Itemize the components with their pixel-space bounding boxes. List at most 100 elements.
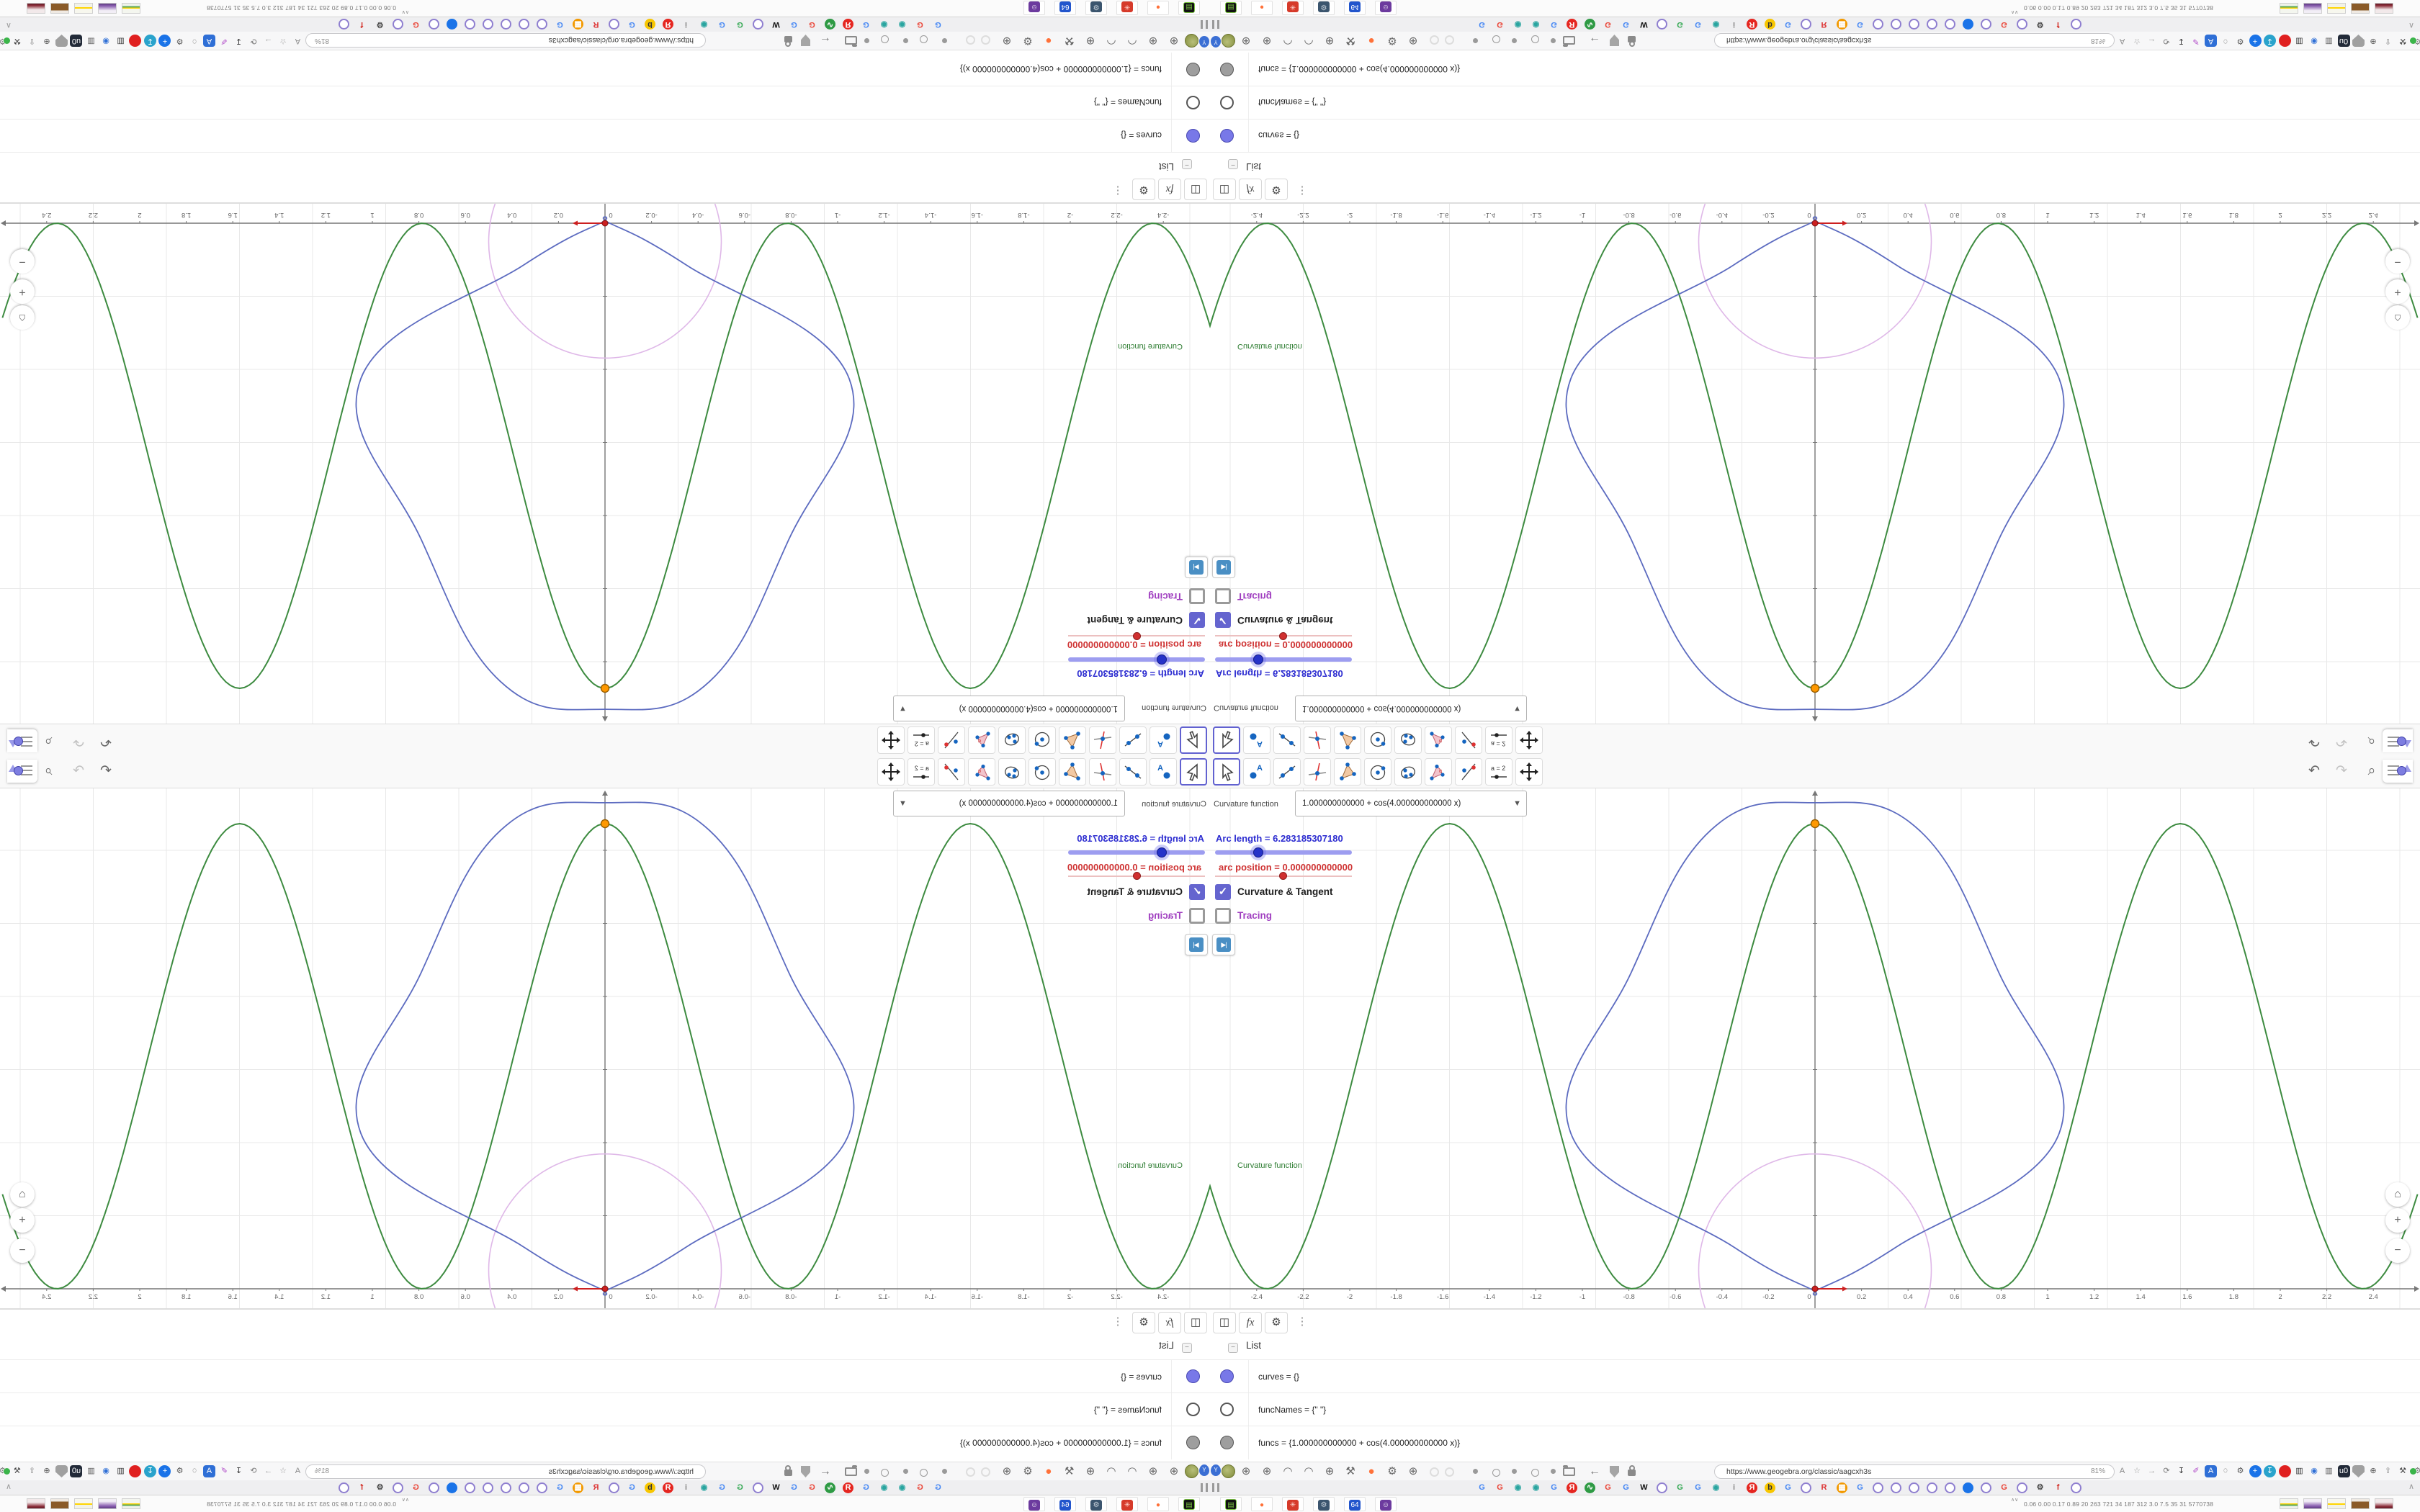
translate-blue-icon[interactable]: A (203, 35, 215, 47)
gauge-icon[interactable]: ◠ (1300, 31, 1317, 50)
pinned-tab-dot[interactable] (881, 35, 889, 43)
function-input-button[interactable]: fx (1158, 179, 1181, 200)
bookmark-favicon[interactable]: G (1549, 1482, 1559, 1493)
taskbar-app-settings-red[interactable]: ✳ (1116, 1497, 1138, 1511)
bookmark-favicon[interactable] (465, 19, 475, 30)
visibility-marble[interactable] (1220, 96, 1234, 109)
arc-position-point[interactable] (601, 1285, 609, 1292)
redo-icon[interactable]: ↷ (2331, 732, 2352, 750)
algebra-row-value[interactable]: funcs = {1.000000000000 + cos(4.00000000… (1258, 1426, 1460, 1459)
bookmark-favicon[interactable] (1945, 19, 1955, 30)
curve-point[interactable] (600, 819, 610, 829)
shield-icon[interactable] (801, 1466, 810, 1477)
tool-point-with-label[interactable]: A (1243, 758, 1270, 786)
translate-blue-icon[interactable]: A (2205, 1465, 2217, 1477)
pinned-tab-dot[interactable] (1551, 38, 1556, 43)
zoom-out-button[interactable]: − (2385, 1238, 2410, 1263)
home-button[interactable]: ⌂ (2385, 1182, 2410, 1207)
chevron-up-icon[interactable]: ∧ (6, 21, 12, 30)
algebra-row-funcs[interactable]: funcs = {1.000000000000 + cos(4.00000000… (0, 53, 1210, 86)
gauge-icon[interactable]: ◠ (1103, 31, 1120, 50)
algebra-row-funcNames[interactable]: funcNames = {" "} (0, 1392, 1210, 1426)
visibility-marble[interactable] (1220, 63, 1234, 76)
tool-line-through-two-points[interactable] (1119, 726, 1147, 754)
taskbar-app-floppy-64[interactable]: 64 (1344, 1497, 1366, 1511)
panel-layout-button[interactable]: ◫ (1213, 179, 1236, 200)
gear-dark-icon[interactable]: ⚙ (174, 1465, 186, 1477)
tool-conic-through-points[interactable] (998, 726, 1026, 754)
function-input-value[interactable]: 1.000000000000 + cos(4.000000000000 x) (959, 791, 1118, 816)
bookmark-favicon[interactable] (2071, 1482, 2081, 1493)
download-icon[interactable]: ↧ (233, 1465, 245, 1477)
curvature-tangent-checkbox[interactable]: ✓ (1215, 884, 1231, 900)
bookmark-favicon[interactable]: G (1476, 19, 1487, 30)
url-text[interactable]: https://www.geogebra.org/classic/aagcxh3… (549, 1465, 694, 1478)
tool-line-through-two-points[interactable] (1119, 758, 1147, 786)
tool-move-graphics-view[interactable] (1515, 758, 1543, 786)
taskbar-app-gitkraken[interactable]: ☺ (1375, 1497, 1397, 1511)
bookmark-favicon[interactable]: ◉ (1512, 19, 1523, 30)
wrench-icon[interactable]: ⚒ (2397, 1465, 2409, 1477)
url-text[interactable]: https://www.geogebra.org/classic/aagcxh3… (1726, 34, 1871, 47)
bookmark-favicon[interactable]: ▦ (573, 1482, 583, 1493)
forward-arrow-icon[interactable]: → (2146, 35, 2158, 47)
download-teal-icon[interactable]: ↧ (144, 1465, 156, 1477)
ublock-icon[interactable]: u0 (70, 1465, 83, 1477)
translate-blue-icon[interactable]: A (2205, 35, 2217, 47)
bookmark-favicon[interactable]: Я (843, 19, 853, 30)
reload-icon[interactable]: ⟳ (2161, 35, 2173, 47)
more-options-button[interactable]: ⋮ (1106, 179, 1129, 200)
more-options-button[interactable]: ⋮ (1106, 1312, 1129, 1333)
graphics-view[interactable]: -2.4 -2.2 -2 -1.8 -1.6 -1.4 -1.2 -1 -0.8 -0.6 -0.4… (1210, 788, 2420, 1309)
tool-point-with-label[interactable]: A (1150, 726, 1177, 754)
collapse-button[interactable]: − (1182, 159, 1192, 169)
bookmark-favicon[interactable]: R (591, 19, 601, 30)
visibility-marble[interactable] (1220, 1403, 1234, 1416)
graphics-stylebar-button[interactable] (7, 760, 37, 783)
ghost-tab-icon[interactable] (1430, 35, 1439, 45)
tool-angle[interactable]: α (1425, 726, 1452, 754)
bookmark-favicon[interactable]: ◉ (897, 19, 908, 30)
bookmark-favicon[interactable]: Я (663, 1482, 673, 1493)
bookmark-favicon[interactable]: b (1765, 19, 1775, 30)
bookmark-favicon[interactable] (609, 19, 619, 30)
download-teal-icon[interactable]: ↧ (2264, 1465, 2276, 1477)
tool-polygon[interactable] (1334, 726, 1361, 754)
function-input-value[interactable]: 1.000000000000 + cos(4.000000000000 x) (959, 696, 1118, 721)
tool-circle-with-center[interactable] (1028, 726, 1056, 754)
forward-arrow-icon[interactable]: → (2146, 1465, 2158, 1477)
balloon-icon[interactable]: Y (1199, 36, 1209, 48)
pinned-tab-dot[interactable] (1512, 1469, 1517, 1474)
download-icon[interactable]: ↧ (2175, 1465, 2187, 1477)
algebra-row-funcNames[interactable]: funcNames = {" "} (0, 86, 1210, 120)
bookmark-favicon[interactable]: G (933, 1482, 944, 1493)
zoom-in-button[interactable]: + (2385, 279, 2410, 304)
bookmark-favicon[interactable]: W (771, 1482, 781, 1493)
bookmark-favicon[interactable]: ⚙ (2035, 19, 2045, 30)
zoom-out-button[interactable]: − (2385, 249, 2410, 274)
curvature-tangent-label[interactable]: Curvature & Tangent (1237, 884, 1333, 900)
bookmark-favicon[interactable] (339, 19, 349, 30)
taskbar-app-firefox[interactable]: ● (1147, 1497, 1169, 1511)
bookmark-favicon[interactable] (1945, 1482, 1955, 1493)
globe-icon[interactable]: ⊕ (1237, 31, 1255, 50)
globe-icon[interactable]: ⊕ (1404, 31, 1422, 50)
collapse-button[interactable]: − (1228, 1343, 1238, 1353)
arc-position-point[interactable] (601, 220, 609, 227)
profile-avatar[interactable] (1222, 34, 1235, 48)
bookmark-favicon[interactable] (1873, 19, 1883, 30)
system-monitor-icon[interactable]: ∧∨ (2011, 9, 2018, 14)
profile-avatar[interactable] (1185, 34, 1198, 48)
home-button[interactable]: ⌂ (10, 305, 35, 330)
bookmark-favicon[interactable]: G (915, 19, 926, 30)
trash-icon[interactable]: ▥ (115, 35, 127, 47)
globe-icon[interactable]: ⊕ (1082, 1462, 1099, 1481)
tool-move-graphics-view[interactable] (1515, 726, 1543, 754)
globe-icon[interactable]: ⊕ (1237, 1462, 1255, 1481)
translate-gray-icon[interactable]: A (292, 1465, 304, 1477)
pinned-tab-dot[interactable] (1551, 1469, 1556, 1474)
url-bar[interactable]: https://www.geogebra.org/classic/aagcxh3… (305, 33, 706, 48)
curvature-function-curve[interactable] (1, 222, 1210, 690)
bookmark-favicon[interactable]: ⚙ (375, 19, 385, 30)
bookmark-favicon[interactable] (2017, 1482, 2027, 1493)
